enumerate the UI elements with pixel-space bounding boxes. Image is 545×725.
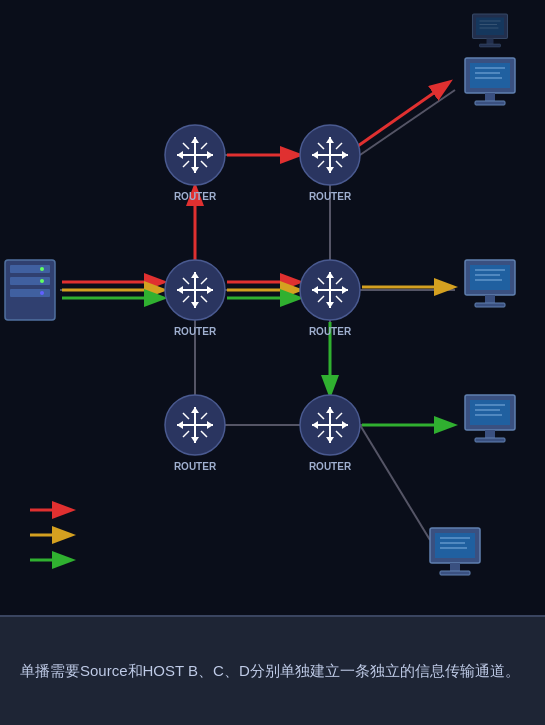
svg-line-33 <box>360 90 455 155</box>
main-container: ROUTER ROUTER ROUTER ROUTER ROUTER <box>0 0 545 725</box>
computer-host-e <box>430 528 480 575</box>
svg-line-36 <box>360 425 430 540</box>
svg-text:ROUTER: ROUTER <box>174 191 217 202</box>
svg-point-24 <box>10 1 14 5</box>
svg-rect-16 <box>0 15 5 23</box>
svg-rect-12 <box>0 0 20 10</box>
svg-point-0 <box>0 0 30 30</box>
diagram-area: ROUTER ROUTER ROUTER ROUTER ROUTER <box>0 0 545 620</box>
svg-rect-21 <box>0 0 20 7</box>
svg-rect-11 <box>0 0 25 15</box>
source-server <box>5 260 55 320</box>
router-r2: ROUTER <box>300 125 360 202</box>
svg-text:ROUTER: ROUTER <box>309 461 352 472</box>
svg-text:ROUTER: ROUTER <box>174 461 217 472</box>
computer-top <box>473 14 508 47</box>
svg-text:ROUTER: ROUTER <box>174 326 217 337</box>
computer-host-d <box>465 395 515 442</box>
computer-host-c <box>465 260 515 307</box>
router-r6: ROUTER <box>300 395 360 472</box>
router-r3: ROUTER <box>165 260 225 337</box>
svg-rect-17 <box>0 23 15 27</box>
svg-line-10 <box>6 6 12 12</box>
svg-rect-18 <box>0 0 25 30</box>
description-panel: 单播需要Source和HOST B、C、D分别单独建立一条独立的信息传输通道。 <box>0 615 545 725</box>
description-text: 单播需要Source和HOST B、C、D分别单独建立一条独立的信息传输通道。 <box>20 658 520 684</box>
router-r1: ROUTER <box>165 125 225 202</box>
svg-text:ROUTER: ROUTER <box>309 326 352 337</box>
router-r5: ROUTER <box>165 395 225 472</box>
computer-host-b <box>465 58 515 105</box>
router-r4: ROUTER <box>300 260 360 337</box>
svg-marker-4 <box>12 0 18 4</box>
svg-text:ROUTER: ROUTER <box>309 191 352 202</box>
svg-line-45 <box>355 83 448 148</box>
svg-marker-6 <box>0 12 4 18</box>
network-svg: ROUTER ROUTER ROUTER ROUTER ROUTER <box>0 0 545 620</box>
